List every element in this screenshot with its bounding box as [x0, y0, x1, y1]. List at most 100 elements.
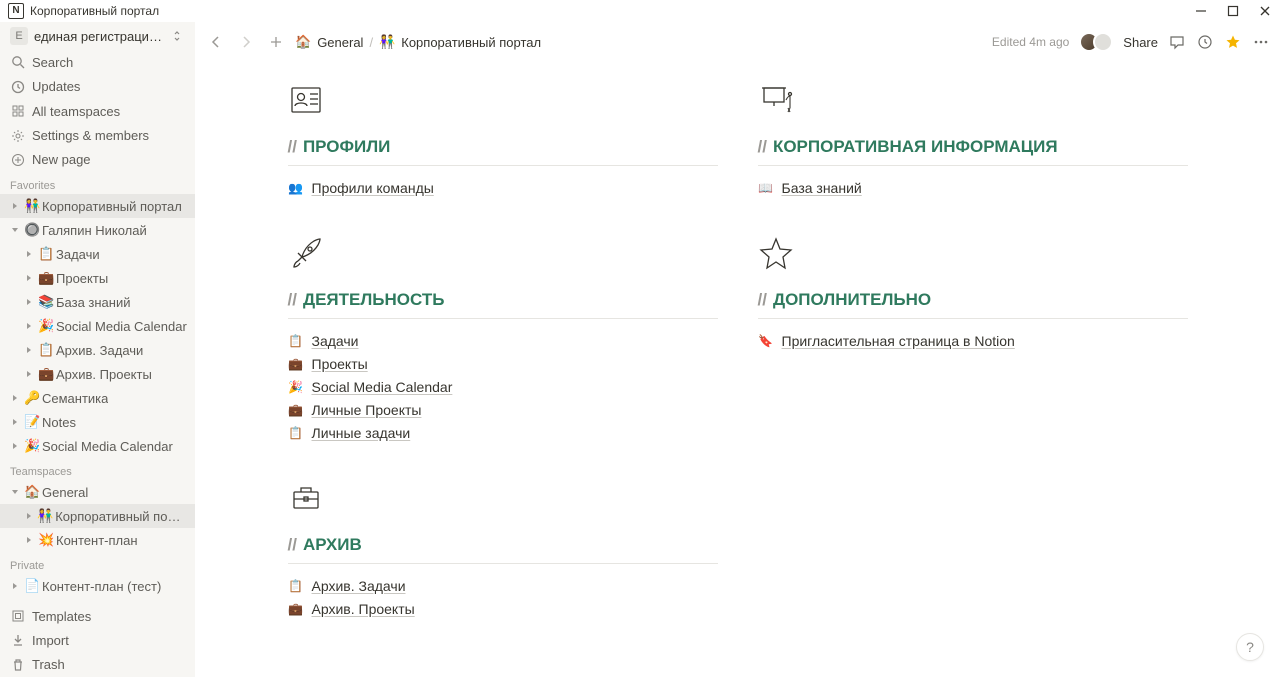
sidebar-item-label: База знаний	[56, 295, 131, 310]
window-maximize-button[interactable]	[1226, 4, 1240, 18]
new-tab-button[interactable]	[265, 31, 287, 53]
page-link[interactable]: 💼Личные Проекты	[288, 398, 718, 421]
link-text: Профили команды	[312, 180, 434, 196]
caret-icon[interactable]	[8, 223, 22, 237]
presence-avatars[interactable]	[1079, 32, 1113, 52]
section-teamspaces: Teamspaces	[0, 458, 195, 480]
page-link[interactable]: 🎉 Social Media Calendar	[288, 375, 718, 398]
window-minimize-button[interactable]	[1194, 4, 1208, 18]
sidebar-all-teamspaces-label: All teamspaces	[32, 104, 185, 119]
caret-icon[interactable]	[22, 343, 36, 357]
sidebar-search[interactable]: Search	[0, 50, 195, 74]
caret-icon[interactable]	[22, 533, 36, 547]
sidebar-item[interactable]: 🎉Social Media Calendar	[0, 314, 195, 338]
nav-back-button[interactable]	[205, 31, 227, 53]
sidebar-item-label: Контент-план	[56, 533, 138, 548]
link-icon: 💼	[288, 602, 304, 616]
page-link[interactable]: 💼 Проекты	[288, 352, 718, 375]
page-icon: 🎉	[38, 318, 54, 334]
titlebar: N Корпоративный портал	[0, 0, 1280, 22]
block-activity-title: ДЕЯТЕЛЬНОСТЬ	[303, 290, 445, 310]
sidebar: E единая регистрацион... Search Updates …	[0, 22, 195, 677]
breadcrumb-page-icon: 👫	[379, 34, 395, 50]
page-icon: 💼	[38, 366, 54, 382]
nav-forward-button[interactable]	[235, 31, 257, 53]
more-icon[interactable]	[1252, 33, 1270, 51]
sidebar-item[interactable]: 👫Корпоративный портал	[0, 194, 195, 218]
sidebar-item[interactable]: 📝Notes	[0, 410, 195, 434]
sidebar-item[interactable]: 💼Архив. Проекты	[0, 362, 195, 386]
breadcrumb-root[interactable]: General	[317, 35, 363, 50]
sidebar-trash-label: Trash	[32, 657, 185, 672]
sidebar-item[interactable]: 📄Контент-план (тест)	[0, 574, 195, 598]
grid-icon	[10, 103, 26, 119]
sidebar-item[interactable]: 📋Архив. Задачи	[0, 338, 195, 362]
sidebar-templates[interactable]: Templates	[0, 604, 195, 628]
sidebar-item-label: Архив. Задачи	[56, 343, 143, 358]
page-link[interactable]: 💼Архив. Проекты	[288, 597, 718, 620]
block-profiles: //ПРОФИЛИ 👥Профили команды	[288, 82, 718, 199]
link-icon: 💼	[288, 357, 304, 371]
sidebar-new-page-label: New page	[32, 152, 185, 167]
share-button[interactable]: Share	[1123, 35, 1158, 50]
sidebar-item-label: Корпоративный портал	[55, 509, 187, 524]
id-card-icon	[288, 82, 718, 121]
caret-icon[interactable]	[22, 295, 36, 309]
page-link[interactable]: 📋Задачи	[288, 329, 718, 352]
link-text: Social Media Calendar	[312, 379, 453, 395]
sidebar-item[interactable]: 📚База знаний	[0, 290, 195, 314]
sidebar-item[interactable]: 💥Контент-план	[0, 528, 195, 552]
sidebar-item[interactable]: 💼Проекты	[0, 266, 195, 290]
link-text: Пригласительная страница в Notion	[782, 333, 1015, 349]
sidebar-item[interactable]: 🎉Social Media Calendar	[0, 434, 195, 458]
page-link[interactable]: 📖База знаний	[758, 176, 1188, 199]
favorite-star-icon[interactable]	[1224, 33, 1242, 51]
page-link[interactable]: 📋Архив. Задачи	[288, 574, 718, 597]
comments-icon[interactable]	[1168, 33, 1186, 51]
block-corp-info-title: КОРПОРАТИВНАЯ ИНФОРМАЦИЯ	[773, 137, 1058, 157]
sidebar-import[interactable]: Import	[0, 628, 195, 652]
caret-icon[interactable]	[8, 439, 22, 453]
caret-icon[interactable]	[8, 199, 22, 213]
sidebar-item[interactable]: 🏠General	[0, 480, 195, 504]
caret-icon[interactable]	[8, 391, 22, 405]
caret-icon[interactable]	[8, 485, 22, 499]
page-icon: 👫	[24, 198, 40, 214]
page-icon: 📚	[38, 294, 54, 310]
breadcrumb: 🏠 General / 👫 Корпоративный портал	[295, 34, 541, 50]
caret-icon[interactable]	[8, 415, 22, 429]
page-icon: 🏠	[24, 484, 40, 500]
sidebar-trash[interactable]: Trash	[0, 653, 195, 677]
caret-icon[interactable]	[22, 319, 36, 333]
updates-icon[interactable]	[1196, 33, 1214, 51]
caret-icon[interactable]	[22, 367, 36, 381]
caret-icon[interactable]	[22, 247, 36, 261]
sidebar-item[interactable]: 📋Задачи	[0, 242, 195, 266]
page-link[interactable]: 📋Личные задачи	[288, 421, 718, 444]
divider	[758, 165, 1188, 166]
link-icon: 🎉	[288, 380, 304, 394]
sidebar-settings[interactable]: Settings & members	[0, 123, 195, 147]
caret-icon[interactable]	[22, 509, 35, 523]
window-close-button[interactable]	[1258, 4, 1272, 18]
sidebar-item-label: Архив. Проекты	[56, 367, 152, 382]
caret-icon[interactable]	[8, 579, 22, 593]
sidebar-item[interactable]: 🔑Семантика	[0, 386, 195, 410]
sidebar-updates[interactable]: Updates	[0, 75, 195, 99]
sidebar-item[interactable]: 🔘Галяпин Николай	[0, 218, 195, 242]
sidebar-item[interactable]: 👫Корпоративный портал	[0, 504, 195, 528]
sidebar-item-label: Корпоративный портал	[42, 199, 182, 214]
link-icon: 📖	[758, 181, 774, 195]
breadcrumb-page[interactable]: Корпоративный портал	[401, 35, 541, 50]
link-text: Проекты	[312, 356, 368, 372]
divider	[288, 165, 718, 166]
sidebar-all-teamspaces[interactable]: All teamspaces	[0, 99, 195, 123]
workspace-switcher[interactable]: E единая регистрацион...	[0, 22, 195, 50]
sidebar-item-label: Задачи	[56, 247, 100, 262]
help-button[interactable]: ?	[1236, 633, 1264, 661]
caret-icon[interactable]	[22, 271, 36, 285]
page-link[interactable]: 👥Профили команды	[288, 176, 718, 199]
page-icon: 🔘	[24, 222, 40, 238]
sidebar-new-page[interactable]: New page	[0, 148, 195, 172]
page-link[interactable]: 🔖Пригласительная страница в Notion	[758, 329, 1188, 352]
